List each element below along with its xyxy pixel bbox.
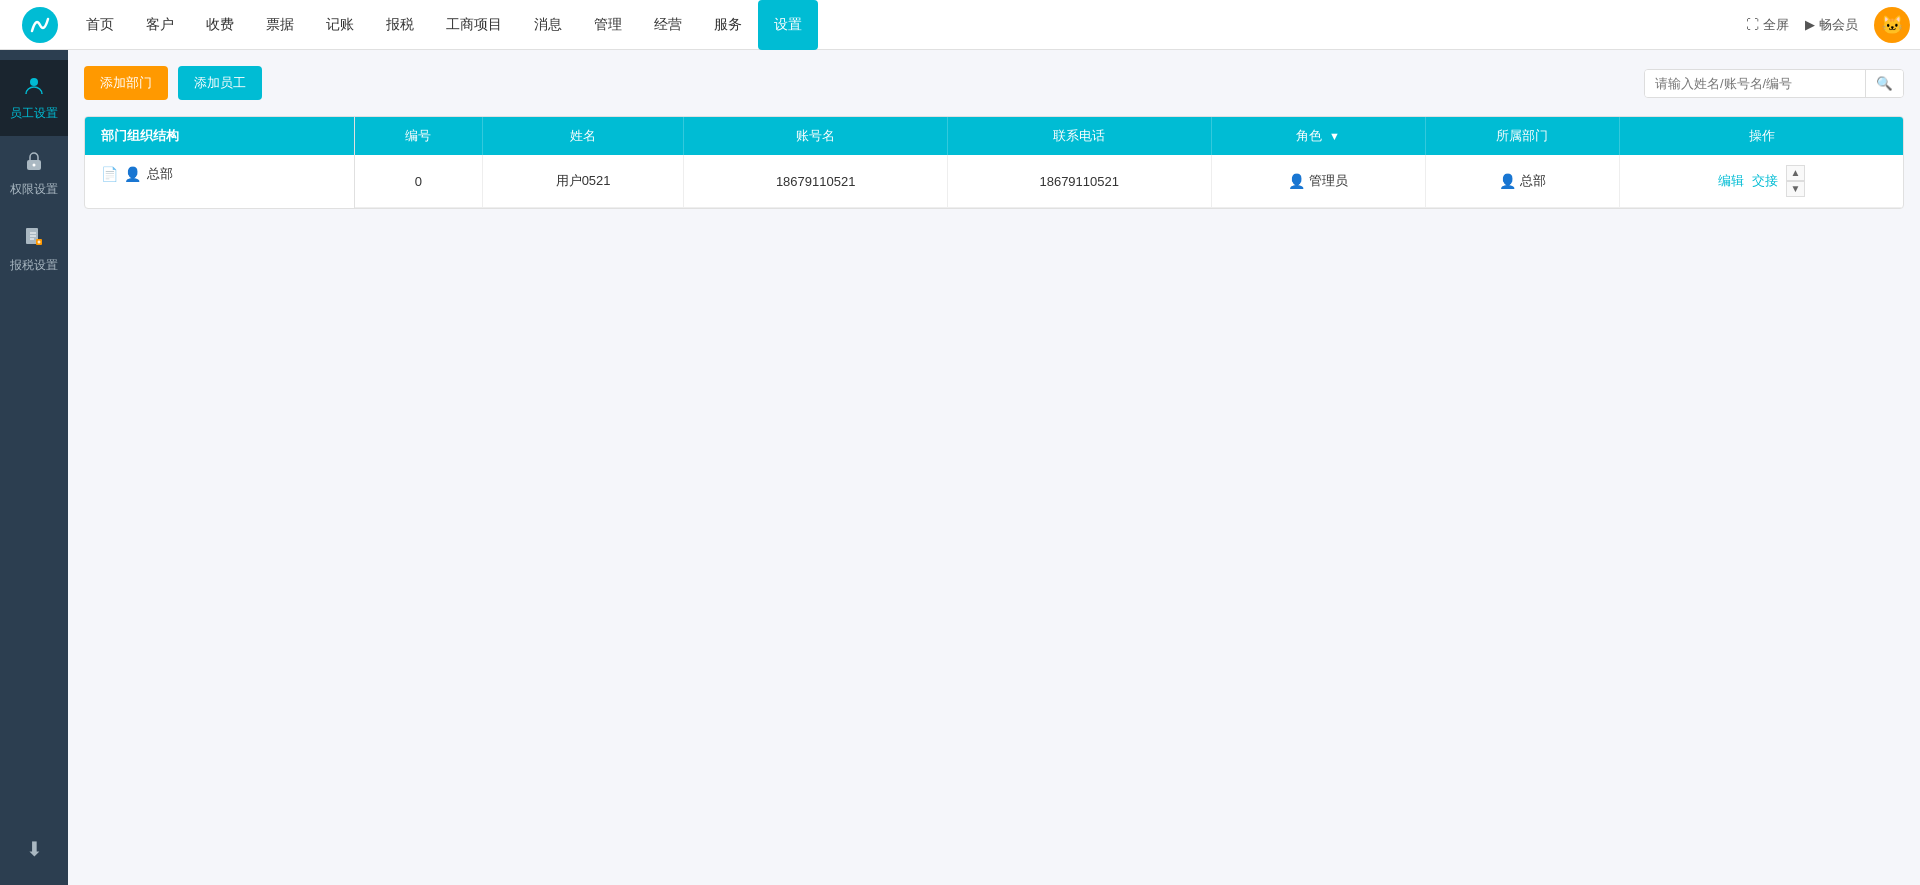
col-header-account: 账号名 <box>684 117 948 155</box>
dept-tree-item-root[interactable]: 📄 👤 总部 <box>85 155 354 193</box>
employee-table: 编号 姓名 账号名 联系电话 角色 ▼ 所属部门 操作 <box>355 117 1903 208</box>
sidebar-label-employee: 员工设置 <box>10 105 58 122</box>
download-icon: ⬇ <box>26 837 43 861</box>
role-user-icon: 👤 <box>1288 173 1305 189</box>
svg-point-1 <box>30 78 38 86</box>
scroll-up-button[interactable]: ▲ <box>1786 165 1806 181</box>
nav-account[interactable]: 记账 <box>310 0 370 50</box>
nav-home[interactable]: 首页 <box>70 0 130 50</box>
table-row: 0 用户0521 18679110521 18679110521 👤 管理员 <box>355 155 1903 208</box>
svg-point-3 <box>33 164 36 167</box>
main-layout: 员工设置 权限设置 报税设置 <box>0 50 1920 885</box>
employee-icon <box>23 74 45 101</box>
nav-message[interactable]: 消息 <box>518 0 578 50</box>
fullscreen-label: 全屏 <box>1763 16 1789 34</box>
tax-settings-icon <box>23 226 45 253</box>
dept-icon: 👤 <box>1499 173 1516 189</box>
scroll-down-button[interactable]: ▼ <box>1786 181 1806 197</box>
fullscreen-icon: ⛶ <box>1746 17 1759 32</box>
sidebar-item-employee[interactable]: 员工设置 <box>0 60 68 136</box>
dept-tree: 部门组织结构 📄 👤 总部 <box>85 117 355 208</box>
search-input[interactable] <box>1645 70 1865 97</box>
member-icon: ▶ <box>1805 17 1815 32</box>
transfer-button[interactable]: 交接 <box>1752 172 1778 190</box>
sidebar-item-permission[interactable]: 权限设置 <box>0 136 68 212</box>
role-value: 管理员 <box>1309 172 1348 190</box>
dept-value: 总部 <box>1520 172 1546 190</box>
dept-tree-item-label: 总部 <box>147 165 173 183</box>
nav-bill[interactable]: 票据 <box>250 0 310 50</box>
nav-settings[interactable]: 设置 <box>758 0 818 50</box>
cell-dept: 👤 总部 <box>1425 155 1619 208</box>
toolbar: 添加部门 添加员工 🔍 <box>84 66 1904 100</box>
nav-operation[interactable]: 经营 <box>638 0 698 50</box>
cell-account: 18679110521 <box>684 155 948 208</box>
cell-role: 👤 管理员 <box>1211 155 1425 208</box>
fullscreen-button[interactable]: ⛶ 全屏 <box>1746 16 1789 34</box>
cell-name: 用户0521 <box>482 155 684 208</box>
edit-button[interactable]: 编辑 <box>1718 172 1744 190</box>
sidebar-download-button[interactable]: ⬇ <box>0 823 68 875</box>
add-emp-button[interactable]: 添加员工 <box>178 66 262 100</box>
nav-client[interactable]: 客户 <box>130 0 190 50</box>
col-header-role[interactable]: 角色 ▼ <box>1211 117 1425 155</box>
search-box: 🔍 <box>1644 69 1904 98</box>
sidebar: 员工设置 权限设置 报税设置 <box>0 50 68 885</box>
sidebar-item-taxsettings[interactable]: 报税设置 <box>0 212 68 288</box>
avatar[interactable]: 🐱 <box>1874 7 1910 43</box>
nav-tax[interactable]: 报税 <box>370 0 430 50</box>
dept-user-icon: 👤 <box>124 166 141 182</box>
cell-phone: 18679110521 <box>947 155 1211 208</box>
nav-service[interactable]: 服务 <box>698 0 758 50</box>
sidebar-label-taxsettings: 报税设置 <box>10 257 58 274</box>
sidebar-bottom: ⬇ <box>0 823 68 885</box>
nav-menu: 首页 客户 收费 票据 记账 报税 工商项目 消息 管理 经营 服务 设置 <box>70 0 1746 50</box>
cell-id: 0 <box>355 155 482 208</box>
main-content: 添加部门 添加员工 🔍 部门组织结构 📄 👤 总部 <box>68 50 1920 885</box>
file-icon: 📄 <box>101 166 118 182</box>
sidebar-label-permission: 权限设置 <box>10 181 58 198</box>
logo <box>10 7 70 43</box>
member-label: 畅会员 <box>1819 16 1858 34</box>
col-header-phone: 联系电话 <box>947 117 1211 155</box>
role-filter-icon: ▼ <box>1329 130 1340 142</box>
col-header-name: 姓名 <box>482 117 684 155</box>
search-button[interactable]: 🔍 <box>1865 70 1903 97</box>
table-area: 部门组织结构 📄 👤 总部 编号 姓名 账号名 联系电话 <box>84 116 1904 209</box>
row-scroll-buttons: ▲ ▼ <box>1786 165 1806 197</box>
nav-business[interactable]: 工商项目 <box>430 0 518 50</box>
col-header-action: 操作 <box>1620 117 1904 155</box>
add-dept-button[interactable]: 添加部门 <box>84 66 168 100</box>
nav-manage[interactable]: 管理 <box>578 0 638 50</box>
member-button[interactable]: ▶ 畅会员 <box>1805 16 1858 34</box>
lock-icon <box>24 150 44 177</box>
col-header-id: 编号 <box>355 117 482 155</box>
top-navigation: 首页 客户 收费 票据 记账 报税 工商项目 消息 管理 经营 服务 设置 ⛶ … <box>0 0 1920 50</box>
nav-fee[interactable]: 收费 <box>190 0 250 50</box>
col-header-dept: 所属部门 <box>1425 117 1619 155</box>
search-icon: 🔍 <box>1876 76 1893 91</box>
cell-action: 编辑 交接 ▲ ▼ <box>1620 155 1904 208</box>
dept-tree-header: 部门组织结构 <box>85 117 354 155</box>
top-nav-right: ⛶ 全屏 ▶ 畅会员 🐱 <box>1746 7 1910 43</box>
